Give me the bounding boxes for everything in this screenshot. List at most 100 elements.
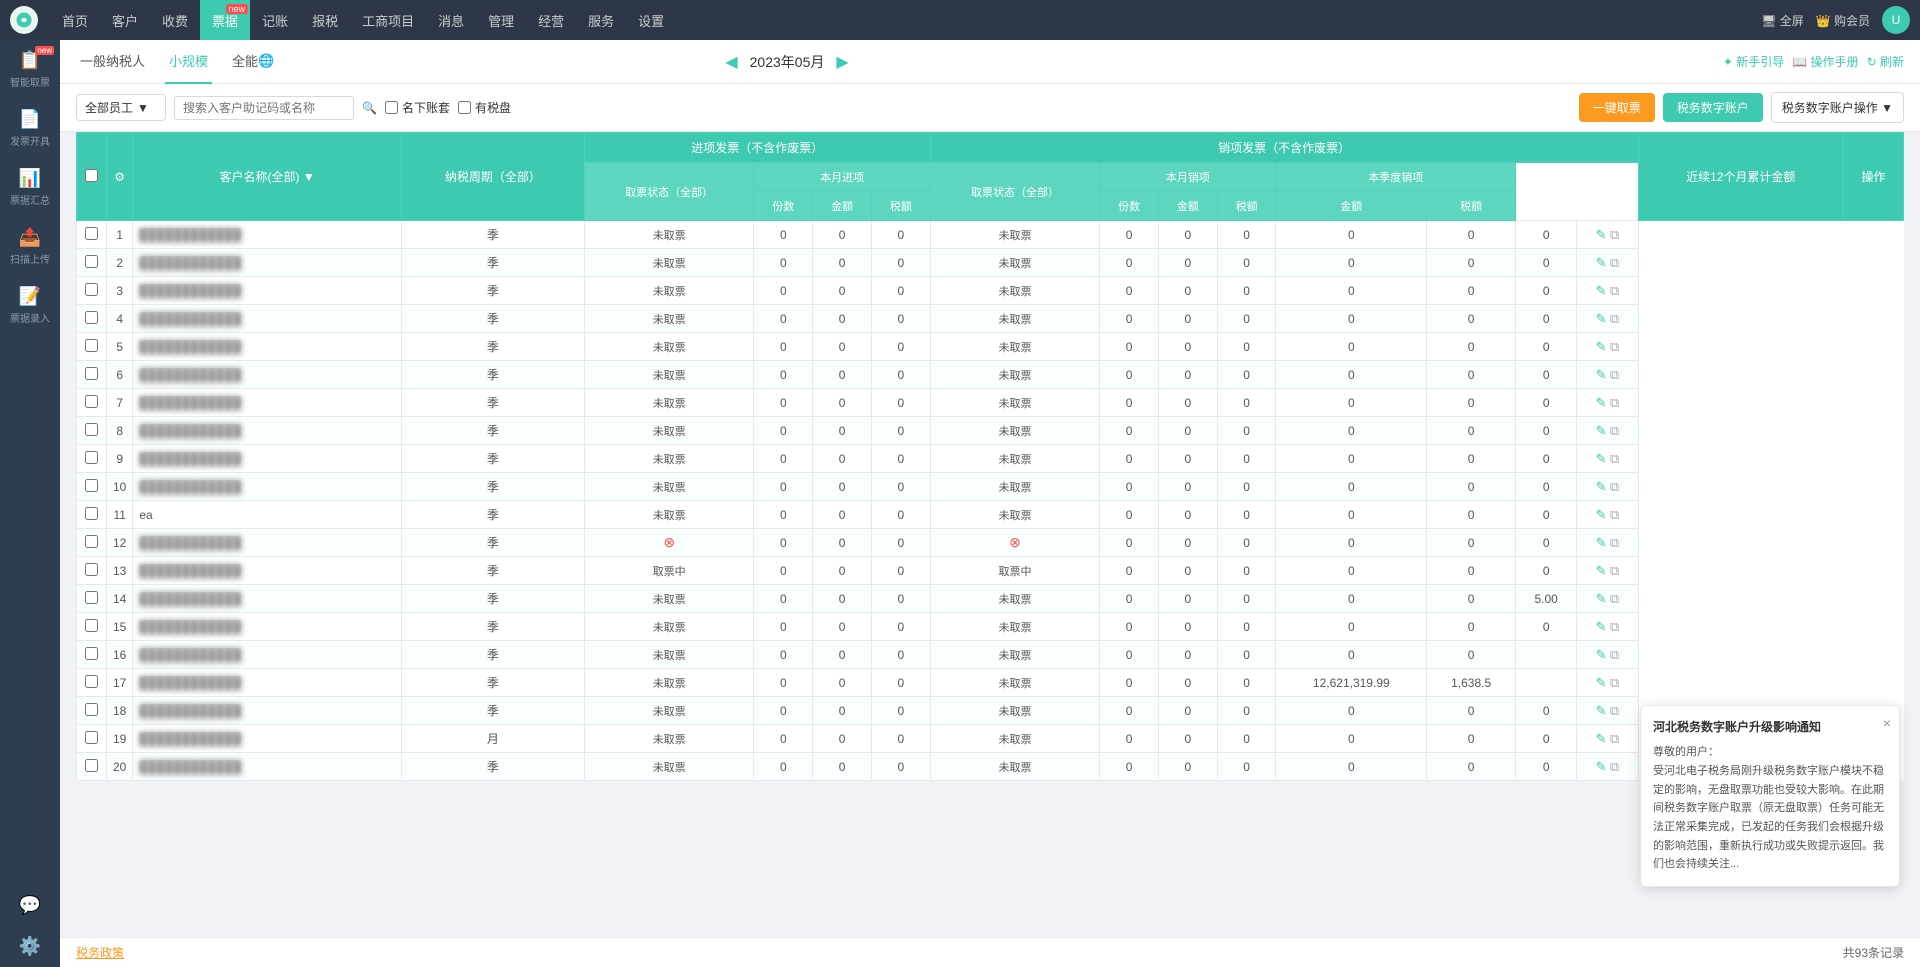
customer-search-input[interactable] bbox=[174, 96, 354, 120]
copy-button[interactable]: ⧉ bbox=[1610, 675, 1619, 690]
copy-button[interactable]: ⧉ bbox=[1610, 311, 1619, 326]
edit-button[interactable]: ✎ bbox=[1596, 479, 1607, 494]
sidebar-item-3[interactable]: 📤扫描上传 bbox=[0, 217, 60, 276]
copy-button[interactable]: ⧉ bbox=[1610, 283, 1619, 298]
row-checkbox[interactable] bbox=[85, 395, 98, 408]
edit-button[interactable]: ✎ bbox=[1596, 255, 1607, 270]
copy-button[interactable]: ⧉ bbox=[1610, 535, 1619, 550]
prev-month-button[interactable]: ◀ bbox=[725, 52, 737, 72]
row-checkbox[interactable] bbox=[85, 647, 98, 660]
edit-button[interactable]: ✎ bbox=[1596, 423, 1607, 438]
copy-button[interactable]: ⧉ bbox=[1610, 647, 1619, 662]
sidebar-item-2[interactable]: 📊票据汇总 bbox=[0, 158, 60, 217]
edit-button[interactable]: ✎ bbox=[1596, 759, 1607, 774]
row-checkbox[interactable] bbox=[85, 479, 98, 492]
row-checkbox[interactable] bbox=[85, 227, 98, 240]
copy-button[interactable]: ⧉ bbox=[1610, 731, 1619, 746]
notification-close-button[interactable]: × bbox=[1883, 712, 1891, 734]
nav-item-工商项目[interactable]: 工商项目 bbox=[350, 0, 426, 40]
nav-item-消息[interactable]: 消息 bbox=[426, 0, 476, 40]
one-click-fetch-button[interactable]: 一键取票 bbox=[1579, 93, 1655, 122]
edit-button[interactable]: ✎ bbox=[1596, 535, 1607, 550]
edit-button[interactable]: ✎ bbox=[1596, 311, 1607, 326]
has-tax-disk-checkbox[interactable]: 有税盘 bbox=[458, 99, 511, 116]
nav-item-票据[interactable]: 票据new bbox=[200, 0, 250, 40]
nav-item-客户[interactable]: 客户 bbox=[100, 0, 150, 40]
new-guide-button[interactable]: ✦ 新手引导 bbox=[1723, 53, 1784, 70]
copy-button[interactable]: ⧉ bbox=[1610, 591, 1619, 606]
nav-item-首页[interactable]: 首页 bbox=[50, 0, 100, 40]
row-checkbox[interactable] bbox=[85, 367, 98, 380]
sidebar-item-message[interactable]: 💬 bbox=[0, 885, 60, 926]
nav-item-服务[interactable]: 服务 bbox=[576, 0, 626, 40]
row-checkbox[interactable] bbox=[85, 731, 98, 744]
fullscreen-button[interactable]: 🖥 全屏 bbox=[1761, 12, 1804, 29]
copy-button[interactable]: ⧉ bbox=[1610, 563, 1619, 578]
row-checkbox[interactable] bbox=[85, 759, 98, 772]
copy-button[interactable]: ⧉ bbox=[1610, 479, 1619, 494]
sidebar-item-settings[interactable]: ⚙️ bbox=[0, 926, 60, 967]
row-checkbox[interactable] bbox=[85, 311, 98, 324]
next-month-button[interactable]: ▶ bbox=[836, 52, 848, 72]
tax-digital-account-op-button[interactable]: 税务数字账户操作 ▼ bbox=[1771, 92, 1904, 123]
nav-item-管理[interactable]: 管理 bbox=[476, 0, 526, 40]
row-checkbox[interactable] bbox=[85, 283, 98, 296]
edit-button[interactable]: ✎ bbox=[1596, 367, 1607, 382]
copy-button[interactable]: ⧉ bbox=[1610, 367, 1619, 382]
employee-select[interactable]: 全部员工 ▼ bbox=[76, 94, 166, 121]
row-checkbox[interactable] bbox=[85, 255, 98, 268]
user-avatar[interactable]: U bbox=[1882, 6, 1910, 34]
row-checkbox[interactable] bbox=[85, 703, 98, 716]
manual-button[interactable]: 📖 操作手册 bbox=[1792, 53, 1858, 70]
copy-button[interactable]: ⧉ bbox=[1610, 507, 1619, 522]
edit-button[interactable]: ✎ bbox=[1596, 703, 1607, 718]
sidebar-item-1[interactable]: 📄发票开具 bbox=[0, 99, 60, 158]
row-checkbox[interactable] bbox=[85, 451, 98, 464]
edit-button[interactable]: ✎ bbox=[1596, 619, 1607, 634]
row-checkbox[interactable] bbox=[85, 591, 98, 604]
edit-button[interactable]: ✎ bbox=[1596, 227, 1607, 242]
sidebar-item-4[interactable]: 📝票据录入 bbox=[0, 276, 60, 335]
tax-digital-account-button[interactable]: 税务数字账户 bbox=[1663, 93, 1763, 122]
row-checkbox[interactable] bbox=[85, 619, 98, 632]
copy-button[interactable]: ⧉ bbox=[1610, 395, 1619, 410]
vip-button[interactable]: 👑 购会员 bbox=[1816, 12, 1870, 29]
nav-item-经营[interactable]: 经营 bbox=[526, 0, 576, 40]
row-checkbox[interactable] bbox=[85, 563, 98, 576]
edit-button[interactable]: ✎ bbox=[1596, 675, 1607, 690]
nav-item-报税[interactable]: 报税 bbox=[300, 0, 350, 40]
row-checkbox[interactable] bbox=[85, 339, 98, 352]
sidebar-item-0[interactable]: 📋智能取票new bbox=[0, 40, 60, 99]
tax-policy-link[interactable]: 税务政策 bbox=[76, 944, 124, 961]
sub-tab-0[interactable]: 一般纳税人 bbox=[76, 40, 149, 84]
under-account-checkbox[interactable]: 名下账套 bbox=[385, 99, 450, 116]
copy-button[interactable]: ⧉ bbox=[1610, 255, 1619, 270]
sub-tab-1[interactable]: 小规模 bbox=[165, 40, 212, 84]
row-checkbox[interactable] bbox=[85, 535, 98, 548]
nav-item-收费[interactable]: 收费 bbox=[150, 0, 200, 40]
copy-button[interactable]: ⧉ bbox=[1610, 451, 1619, 466]
copy-button[interactable]: ⧉ bbox=[1610, 227, 1619, 242]
edit-button[interactable]: ✎ bbox=[1596, 591, 1607, 606]
nav-item-设置[interactable]: 设置 bbox=[626, 0, 676, 40]
edit-button[interactable]: ✎ bbox=[1596, 731, 1607, 746]
sub-tab-2[interactable]: 全能 🌐 bbox=[228, 40, 278, 84]
nav-item-记账[interactable]: 记账 bbox=[250, 0, 300, 40]
edit-button[interactable]: ✎ bbox=[1596, 507, 1607, 522]
copy-button[interactable]: ⧉ bbox=[1610, 759, 1619, 774]
copy-button[interactable]: ⧉ bbox=[1610, 339, 1619, 354]
copy-button[interactable]: ⧉ bbox=[1610, 703, 1619, 718]
edit-button[interactable]: ✎ bbox=[1596, 395, 1607, 410]
copy-button[interactable]: ⧉ bbox=[1610, 423, 1619, 438]
select-all-checkbox[interactable] bbox=[85, 169, 98, 182]
edit-button[interactable]: ✎ bbox=[1596, 563, 1607, 578]
copy-button[interactable]: ⧉ bbox=[1610, 619, 1619, 634]
row-checkbox[interactable] bbox=[85, 675, 98, 688]
edit-button[interactable]: ✎ bbox=[1596, 283, 1607, 298]
settings-col-icon[interactable]: ⚙ bbox=[114, 170, 125, 184]
edit-button[interactable]: ✎ bbox=[1596, 451, 1607, 466]
edit-button[interactable]: ✎ bbox=[1596, 339, 1607, 354]
row-checkbox[interactable] bbox=[85, 423, 98, 436]
refresh-button[interactable]: ↻ 刷新 bbox=[1867, 53, 1904, 70]
row-checkbox[interactable] bbox=[85, 507, 98, 520]
